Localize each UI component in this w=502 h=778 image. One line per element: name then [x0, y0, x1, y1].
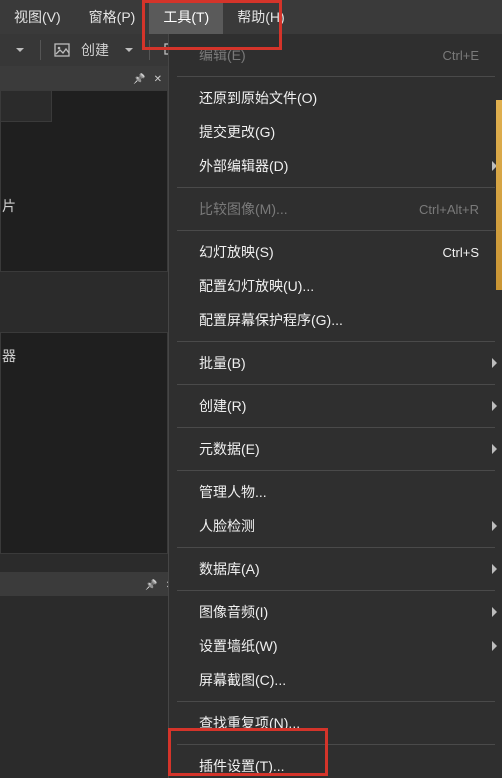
menu-item-shortcut: Ctrl+Alt+R [419, 202, 479, 217]
menu-item-label: 查找重复项(N)... [199, 713, 300, 733]
toolbar-separator [149, 40, 150, 60]
dropdown-caret-icon[interactable] [117, 40, 137, 60]
menu-separator [177, 76, 495, 77]
tools-dropdown: 编辑(E) Ctrl+E 还原到原始文件(O) 提交更改(G) 外部编辑器(D) 比较图像… [168, 34, 502, 778]
menu-item[interactable]: 人脸检测 [169, 509, 502, 543]
close-icon[interactable] [154, 71, 162, 85]
menu-item[interactable]: 图像音频(I) [169, 595, 502, 629]
menu-panes[interactable]: 窗格(P) [75, 0, 150, 34]
menu-item-label: 创建(R) [199, 396, 246, 416]
menubar: 视图(V) 窗格(P) 工具(T) 帮助(H) [0, 0, 502, 34]
menu-item-label: 人脸检测 [199, 516, 255, 536]
menu-item[interactable]: 批量(B) [169, 346, 502, 380]
left-fragment-label-1: 片 [2, 196, 16, 216]
menu-item-shortcut: Ctrl+S [443, 245, 479, 260]
menu-separator [177, 547, 495, 548]
pin-icon[interactable] [133, 71, 145, 85]
menu-item[interactable]: 插件设置(T)... [169, 749, 502, 778]
menu-item[interactable]: 还原到原始文件(O) [169, 81, 502, 115]
toolbar-create-label[interactable]: 创建 [81, 40, 109, 60]
panel-header-bottom [0, 572, 180, 596]
menu-help[interactable]: 帮助(H) [223, 0, 298, 34]
menu-item-label: 图像音频(I) [199, 602, 268, 622]
menu-item: 比较图像(M)... Ctrl+Alt+R [169, 192, 502, 226]
pin-icon[interactable] [145, 577, 157, 591]
menu-separator [177, 187, 495, 188]
menu-item-label: 外部编辑器(D) [199, 156, 288, 176]
menu-item[interactable]: 管理人物... [169, 475, 502, 509]
menu-item-label: 提交更改(G) [199, 122, 275, 142]
menu-item-label: 还原到原始文件(O) [199, 88, 317, 108]
menu-item-label: 配置幻灯放映(U)... [199, 276, 314, 296]
panel-notch [1, 91, 52, 122]
menu-item[interactable]: 配置幻灯放映(U)... [169, 269, 502, 303]
menu-separator [177, 590, 495, 591]
menu-item-label: 配置屏幕保护程序(G)... [199, 310, 343, 330]
menu-item-label: 比较图像(M)... [199, 199, 288, 219]
menu-item[interactable]: 创建(R) [169, 389, 502, 423]
menu-separator [177, 701, 495, 702]
left-panels: 片 器 [0, 66, 168, 778]
menu-item[interactable]: 配置屏幕保护程序(G)... [169, 303, 502, 337]
menu-item[interactable]: 查找重复项(N)... [169, 706, 502, 740]
menu-item-label: 元数据(E) [199, 439, 260, 459]
menu-item[interactable]: 外部编辑器(D) [169, 149, 502, 183]
picture-add-icon[interactable] [53, 40, 73, 60]
menu-item[interactable]: 屏幕截图(C)... [169, 663, 502, 697]
panel-body-top [0, 90, 168, 272]
menu-item[interactable]: 幻灯放映(S) Ctrl+S [169, 235, 502, 269]
dropdown-caret-icon[interactable] [8, 40, 28, 60]
menu-separator [177, 470, 495, 471]
menu-view[interactable]: 视图(V) [0, 0, 75, 34]
menu-item[interactable]: 数据库(A) [169, 552, 502, 586]
menu-item-label: 幻灯放映(S) [199, 242, 274, 262]
toolbar-separator [40, 40, 41, 60]
left-fragment-label-2: 器 [2, 346, 16, 366]
menu-item-label: 数据库(A) [199, 559, 260, 579]
tools-menu-list: 编辑(E) Ctrl+E 还原到原始文件(O) 提交更改(G) 外部编辑器(D) 比较图像… [169, 34, 502, 778]
menu-item: 编辑(E) Ctrl+E [169, 38, 502, 72]
panel-header-top [0, 66, 168, 90]
menu-item-label: 设置墙纸(W) [199, 636, 278, 656]
menu-item-label: 屏幕截图(C)... [199, 670, 286, 690]
menu-item[interactable]: 设置墙纸(W) [169, 629, 502, 663]
menu-item[interactable]: 元数据(E) [169, 432, 502, 466]
menu-item-label: 插件设置(T)... [199, 756, 285, 776]
menu-item[interactable]: 提交更改(G) [169, 115, 502, 149]
menu-item-label: 批量(B) [199, 353, 246, 373]
menu-separator [177, 427, 495, 428]
menu-separator [177, 744, 495, 745]
menu-item-label: 编辑(E) [199, 45, 246, 65]
menu-separator [177, 230, 495, 231]
menu-separator [177, 341, 495, 342]
menu-item-shortcut: Ctrl+E [443, 48, 479, 63]
right-edge-strip [496, 100, 502, 290]
menu-tools[interactable]: 工具(T) [149, 0, 223, 34]
menu-item-label: 管理人物... [199, 482, 267, 502]
menu-separator [177, 384, 495, 385]
panel-body-mid [0, 332, 168, 554]
